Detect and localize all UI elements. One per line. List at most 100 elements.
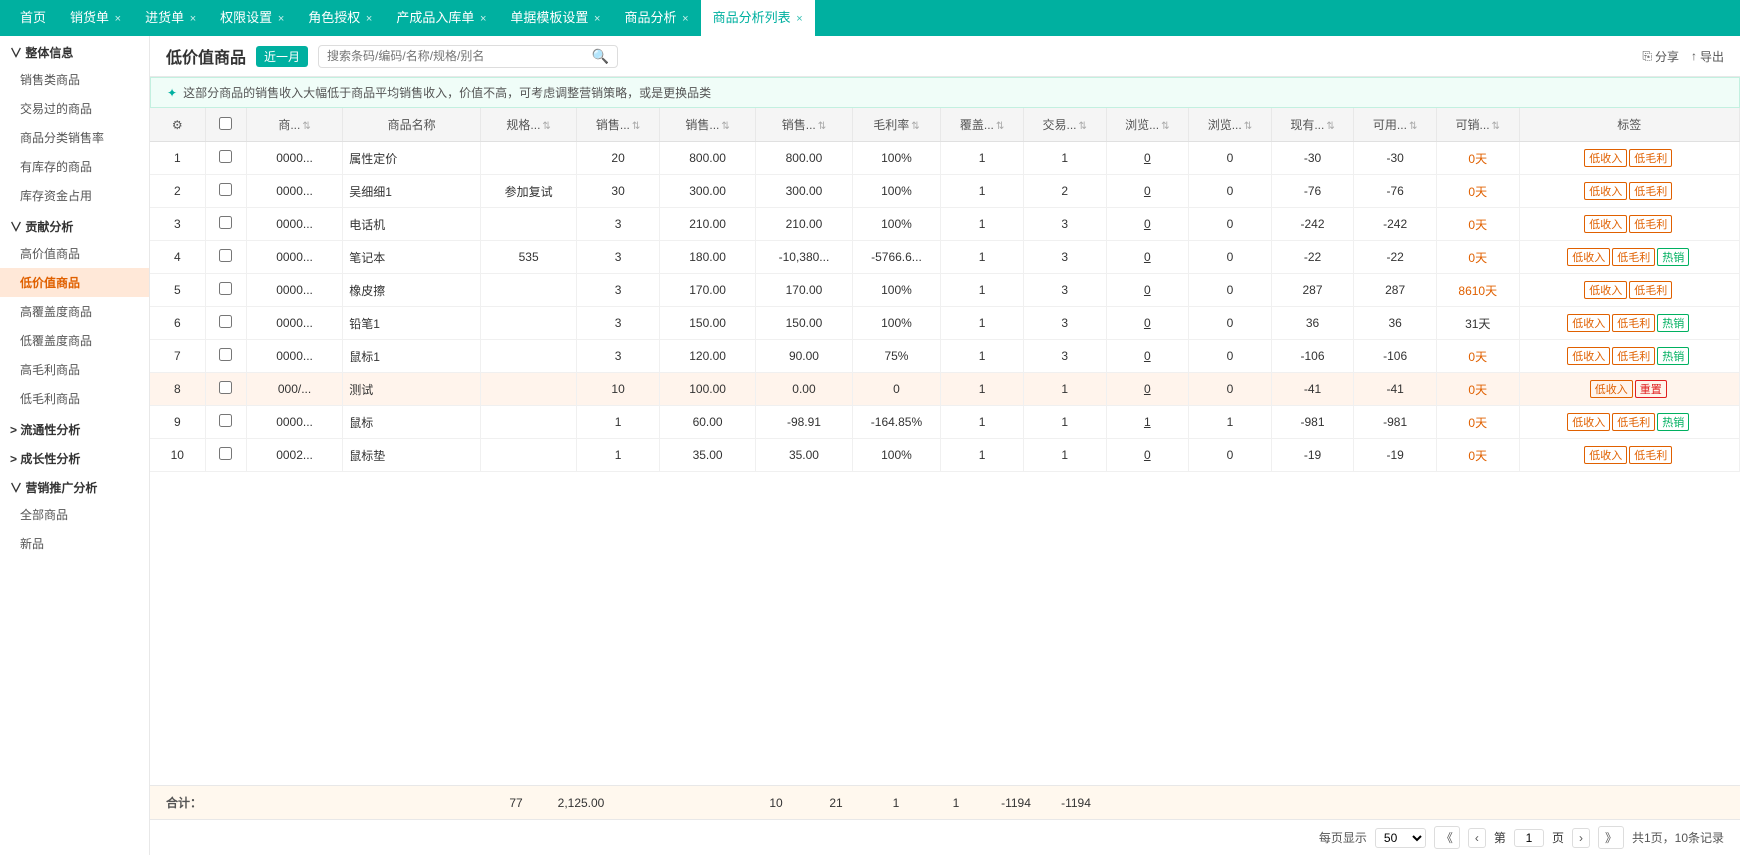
nav-close-template[interactable]: × <box>594 13 600 25</box>
view1-value[interactable]: 0 <box>1144 184 1151 198</box>
sidebar-item-stock-goods[interactable]: 有库存的商品 <box>0 152 149 181</box>
nav-close-permission[interactable]: × <box>278 13 284 25</box>
sidebar-item-sales-goods[interactable]: 销售类商品 <box>0 65 149 94</box>
row-checkbox[interactable] <box>219 249 232 262</box>
sidebar-group-circulation[interactable]: > 流通性分析 <box>0 413 149 442</box>
sidebar-item-traded-goods[interactable]: 交易过的商品 <box>0 94 149 123</box>
nav-product-list[interactable]: 商品分析列表 × <box>701 0 815 36</box>
th-stock2[interactable]: 可用...⇅ <box>1354 108 1437 142</box>
row-view1[interactable]: 0 <box>1106 142 1189 175</box>
row-checkbox-cell[interactable] <box>205 406 246 439</box>
sidebar-group-contribution[interactable]: ∨ 贡献分析 <box>0 210 149 239</box>
th-view1[interactable]: 浏览...⇅ <box>1106 108 1189 142</box>
view1-value[interactable]: 0 <box>1144 250 1151 264</box>
nav-product-analysis[interactable]: 商品分析 × <box>612 0 700 36</box>
nav-template[interactable]: 单据模板设置 × <box>498 0 612 36</box>
row-checkbox-cell[interactable] <box>205 274 246 307</box>
row-view1[interactable]: 0 <box>1106 274 1189 307</box>
nav-purchase[interactable]: 进货单 × <box>133 0 208 36</box>
row-checkbox[interactable] <box>219 414 232 427</box>
nav-close-purchase[interactable]: × <box>190 13 196 25</box>
filter-tag-month[interactable]: 近一月 <box>256 46 308 67</box>
row-checkbox-cell[interactable] <box>205 307 246 340</box>
sidebar-item-new-goods[interactable]: 新品 <box>0 529 149 558</box>
sidebar-group-marketing[interactable]: ∨ 营销推广分析 <box>0 471 149 500</box>
th-sale-num[interactable]: 销售...⇅ <box>577 108 660 142</box>
row-view1[interactable]: 0 <box>1106 307 1189 340</box>
th-trade[interactable]: 交易...⇅ <box>1023 108 1106 142</box>
last-page-button[interactable]: 》 <box>1598 826 1624 849</box>
row-checkbox[interactable] <box>219 183 232 196</box>
export-button[interactable]: ↑ 导出 <box>1691 48 1724 65</box>
row-checkbox[interactable] <box>219 315 232 328</box>
row-checkbox-cell[interactable] <box>205 175 246 208</box>
row-view1[interactable]: 0 <box>1106 439 1189 472</box>
sidebar-item-all-goods[interactable]: 全部商品 <box>0 500 149 529</box>
row-checkbox-cell[interactable] <box>205 439 246 472</box>
nav-close-product-analysis[interactable]: × <box>682 13 688 25</box>
th-view2[interactable]: 浏览...⇅ <box>1189 108 1272 142</box>
nav-role[interactable]: 角色授权 × <box>296 0 384 36</box>
page-size-select[interactable]: 50 100 200 <box>1375 828 1426 848</box>
row-checkbox-cell[interactable] <box>205 373 246 406</box>
sidebar-item-low-coverage[interactable]: 低覆盖度商品 <box>0 326 149 355</box>
row-checkbox[interactable] <box>219 348 232 361</box>
th-checkbox[interactable] <box>205 108 246 142</box>
row-checkbox-cell[interactable] <box>205 142 246 175</box>
row-checkbox[interactable] <box>219 282 232 295</box>
share-button[interactable]: ⎘ 分享 <box>1642 48 1679 65</box>
row-view1[interactable]: 0 <box>1106 340 1189 373</box>
sidebar-item-high-margin[interactable]: 高毛利商品 <box>0 355 149 384</box>
row-checkbox[interactable] <box>219 150 232 163</box>
row-view1[interactable]: 0 <box>1106 208 1189 241</box>
nav-inbound[interactable]: 产成品入库单 × <box>384 0 498 36</box>
th-saleable[interactable]: 可销...⇅ <box>1436 108 1519 142</box>
prev-page-button[interactable]: ‹ <box>1468 828 1486 848</box>
th-gross[interactable]: 毛利率⇅ <box>852 108 941 142</box>
next-page-button[interactable]: › <box>1572 828 1590 848</box>
view1-value[interactable]: 0 <box>1144 283 1151 297</box>
th-sale-avg[interactable]: 销售...⇅ <box>756 108 852 142</box>
nav-sales[interactable]: 销货单 × <box>58 0 133 36</box>
select-all-checkbox[interactable] <box>219 117 232 130</box>
first-page-button[interactable]: 《 <box>1434 826 1460 849</box>
th-cover[interactable]: 覆盖...⇅ <box>941 108 1024 142</box>
sidebar-item-low-value[interactable]: 低价值商品 <box>0 268 149 297</box>
th-sku[interactable]: 商...⇅ <box>246 108 342 142</box>
view1-value[interactable]: 0 <box>1144 349 1151 363</box>
th-sale-amt[interactable]: 销售...⇅ <box>659 108 755 142</box>
row-checkbox[interactable] <box>219 381 232 394</box>
row-checkbox[interactable] <box>219 447 232 460</box>
search-icon[interactable]: 🔍 <box>592 48 609 65</box>
nav-permission[interactable]: 权限设置 × <box>208 0 296 36</box>
nav-close-inbound[interactable]: × <box>480 13 486 25</box>
page-input[interactable] <box>1514 829 1544 847</box>
sidebar-item-stock-capital[interactable]: 库存资金占用 <box>0 181 149 210</box>
view1-value[interactable]: 0 <box>1144 151 1151 165</box>
row-view1[interactable]: 0 <box>1106 373 1189 406</box>
sidebar-item-high-coverage[interactable]: 高覆盖度商品 <box>0 297 149 326</box>
th-spec[interactable]: 规格...⇅ <box>480 108 576 142</box>
th-settings[interactable]: ⚙ <box>150 108 205 142</box>
sidebar-item-category-sales-rate[interactable]: 商品分类销售率 <box>0 123 149 152</box>
view1-value[interactable]: 1 <box>1144 415 1151 429</box>
sidebar-group-overall[interactable]: ∨ 整体信息 <box>0 36 149 65</box>
row-checkbox[interactable] <box>219 216 232 229</box>
row-checkbox-cell[interactable] <box>205 340 246 373</box>
view1-value[interactable]: 0 <box>1144 217 1151 231</box>
view1-value[interactable]: 0 <box>1144 316 1151 330</box>
sidebar-item-low-margin[interactable]: 低毛利商品 <box>0 384 149 413</box>
search-input[interactable] <box>327 49 588 63</box>
nav-close-product-list[interactable]: × <box>796 13 802 25</box>
row-checkbox-cell[interactable] <box>205 241 246 274</box>
sidebar-item-high-value[interactable]: 高价值商品 <box>0 239 149 268</box>
row-view1[interactable]: 0 <box>1106 241 1189 274</box>
row-view1[interactable]: 0 <box>1106 175 1189 208</box>
sidebar-group-growth[interactable]: > 成长性分析 <box>0 442 149 471</box>
view1-value[interactable]: 0 <box>1144 448 1151 462</box>
th-stock1[interactable]: 现有...⇅ <box>1271 108 1354 142</box>
row-view1[interactable]: 1 <box>1106 406 1189 439</box>
nav-close-sales[interactable]: × <box>115 13 121 25</box>
row-checkbox-cell[interactable] <box>205 208 246 241</box>
view1-value[interactable]: 0 <box>1144 382 1151 396</box>
